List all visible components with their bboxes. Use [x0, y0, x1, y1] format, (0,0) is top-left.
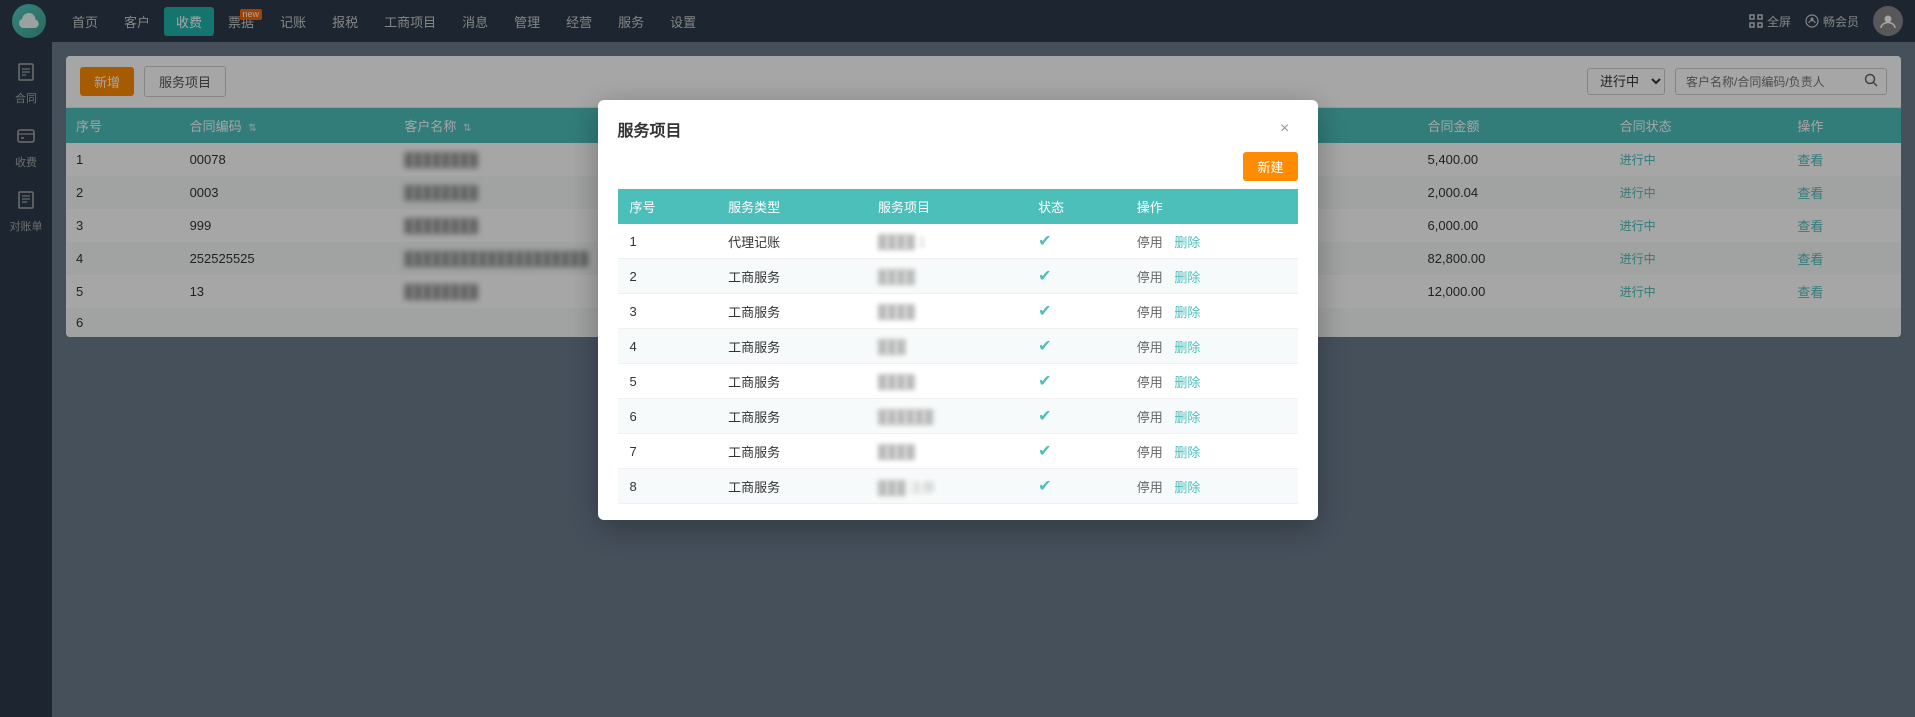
modal-cell-item: ████: [866, 434, 1026, 469]
delete-btn-6[interactable]: 删除: [1174, 410, 1200, 425]
modal-cell-item: ███ 注册: [866, 469, 1026, 504]
modal-cell-action: 停用 删除: [1125, 329, 1298, 364]
stop-btn-2[interactable]: 停用: [1137, 270, 1163, 285]
delete-btn-7[interactable]: 删除: [1174, 445, 1200, 460]
modal-col-action: 操作: [1125, 189, 1298, 224]
stop-btn-5[interactable]: 停用: [1137, 375, 1163, 390]
stop-btn-6[interactable]: 停用: [1137, 410, 1163, 425]
delete-btn-2[interactable]: 删除: [1174, 270, 1200, 285]
modal-cell-seq: 5: [618, 364, 717, 399]
delete-btn-8[interactable]: 删除: [1174, 480, 1200, 495]
stop-btn-7[interactable]: 停用: [1137, 445, 1163, 460]
modal-cell-type: 工商服务: [716, 434, 866, 469]
modal-cell-item: ████: [866, 294, 1026, 329]
modal-cell-action: 停用 删除: [1125, 434, 1298, 469]
modal-cell-status: ✔: [1026, 364, 1125, 399]
modal-table-row: 7 工商服务 ████ ✔ 停用 删除: [618, 434, 1298, 469]
modal-cell-seq: 7: [618, 434, 717, 469]
modal-cell-action: 停用 删除: [1125, 469, 1298, 504]
modal-cell-seq: 2: [618, 259, 717, 294]
modal-table-row: 5 工商服务 ████ ✔ 停用 删除: [618, 364, 1298, 399]
modal-title: 服务项目: [618, 117, 682, 141]
modal-header: 服务项目 ×: [598, 100, 1318, 142]
modal-cell-type: 工商服务: [716, 364, 866, 399]
stop-btn-3[interactable]: 停用: [1137, 305, 1163, 320]
modal-cell-item: ████: [866, 259, 1026, 294]
stop-btn-8[interactable]: 停用: [1137, 480, 1163, 495]
service-items-table: 序号 服务类型 服务项目 状态 操作 1 代理记账 ████ 1 ✔ 停用 删除…: [618, 189, 1298, 504]
modal-cell-status: ✔: [1026, 469, 1125, 504]
modal-cell-seq: 4: [618, 329, 717, 364]
modal-cell-seq: 6: [618, 399, 717, 434]
modal-cell-item: ████: [866, 364, 1026, 399]
modal-cell-status: ✔: [1026, 329, 1125, 364]
new-service-btn[interactable]: 新建: [1243, 152, 1297, 181]
modal-cell-action: 停用 删除: [1125, 399, 1298, 434]
modal-cell-status: ✔: [1026, 259, 1125, 294]
modal-cell-status: ✔: [1026, 434, 1125, 469]
modal-table-row: 8 工商服务 ███ 注册 ✔ 停用 删除: [618, 469, 1298, 504]
modal-col-status: 状态: [1026, 189, 1125, 224]
modal-cell-type: 工商服务: [716, 469, 866, 504]
modal-cell-status: ✔: [1026, 294, 1125, 329]
delete-btn-4[interactable]: 删除: [1174, 340, 1200, 355]
stop-btn-4[interactable]: 停用: [1137, 340, 1163, 355]
modal-cell-type: 工商服务: [716, 294, 866, 329]
modal-cell-status: ✔: [1026, 224, 1125, 259]
modal-cell-action: 停用 删除: [1125, 364, 1298, 399]
modal-cell-item: ████ 1: [866, 224, 1026, 259]
modal-cell-status: ✔: [1026, 399, 1125, 434]
modal-body: 序号 服务类型 服务项目 状态 操作 1 代理记账 ████ 1 ✔ 停用 删除…: [598, 189, 1318, 520]
delete-btn-1[interactable]: 删除: [1174, 235, 1200, 250]
modal-overlay[interactable]: 服务项目 × 新建 序号 服务类型 服务项目 状态 操作 1 代理记账 ████: [0, 0, 1915, 717]
delete-btn-3[interactable]: 删除: [1174, 305, 1200, 320]
delete-btn-5[interactable]: 删除: [1174, 375, 1200, 390]
modal-col-item: 服务项目: [866, 189, 1026, 224]
modal-cell-action: 停用 删除: [1125, 259, 1298, 294]
service-items-modal: 服务项目 × 新建 序号 服务类型 服务项目 状态 操作 1 代理记账 ████: [598, 100, 1318, 520]
modal-cell-seq: 8: [618, 469, 717, 504]
modal-table-row: 6 工商服务 ██████ ✔ 停用 删除: [618, 399, 1298, 434]
modal-col-seq: 序号: [618, 189, 717, 224]
modal-cell-seq: 1: [618, 224, 717, 259]
modal-toolbar: 新建: [598, 142, 1318, 189]
modal-cell-item: ██████: [866, 399, 1026, 434]
modal-cell-item: ███: [866, 329, 1026, 364]
stop-btn-1[interactable]: 停用: [1137, 235, 1163, 250]
modal-table-row: 3 工商服务 ████ ✔ 停用 删除: [618, 294, 1298, 329]
modal-cell-type: 工商服务: [716, 329, 866, 364]
modal-table-row: 2 工商服务 ████ ✔ 停用 删除: [618, 259, 1298, 294]
modal-col-type: 服务类型: [716, 189, 866, 224]
modal-cell-action: 停用 删除: [1125, 294, 1298, 329]
modal-close-btn[interactable]: ×: [1272, 116, 1298, 142]
modal-cell-type: 工商服务: [716, 399, 866, 434]
modal-cell-seq: 3: [618, 294, 717, 329]
modal-table-row: 1 代理记账 ████ 1 ✔ 停用 删除: [618, 224, 1298, 259]
modal-table-row: 4 工商服务 ███ ✔ 停用 删除: [618, 329, 1298, 364]
modal-cell-type: 工商服务: [716, 259, 866, 294]
modal-cell-type: 代理记账: [716, 224, 866, 259]
modal-cell-action: 停用 删除: [1125, 224, 1298, 259]
